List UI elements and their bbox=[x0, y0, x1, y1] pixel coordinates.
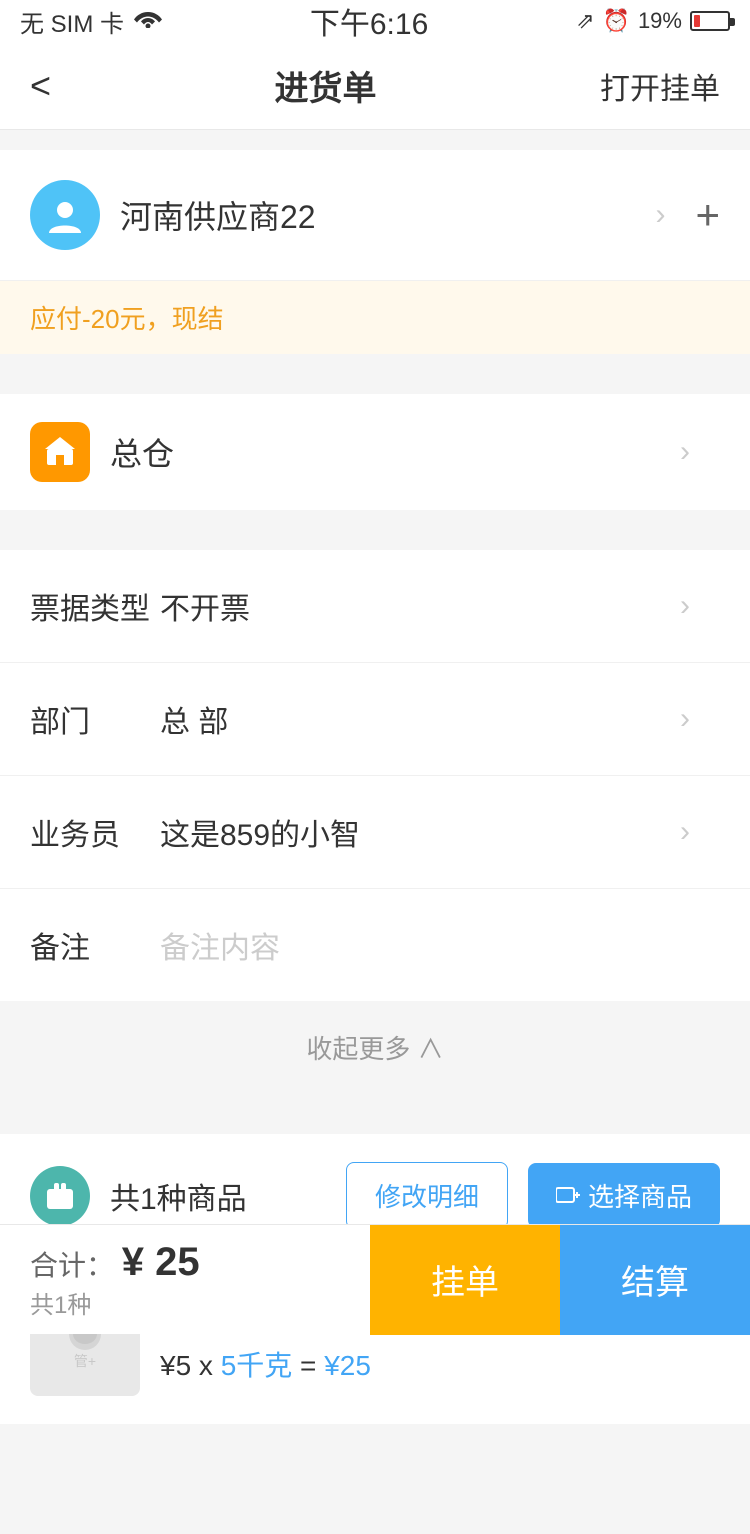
salesman-row[interactable]: 业务员 这是859的小智 › bbox=[0, 776, 750, 889]
invoice-type-label: 票据类型 bbox=[30, 584, 160, 628]
remark-placeholder: 备注内容 bbox=[160, 923, 720, 967]
select-product-label: 选择商品 bbox=[588, 1177, 692, 1214]
remark-row[interactable]: 备注 备注内容 bbox=[0, 889, 750, 1001]
invoice-type-value: 不开票 bbox=[160, 584, 680, 628]
bottom-bar: 合计： ¥ 25 共1种 挂单 结算 bbox=[0, 1224, 750, 1334]
warehouse-icon bbox=[30, 422, 90, 482]
warehouse-name: 总仓 bbox=[110, 429, 680, 475]
page-title: 进货单 bbox=[275, 61, 377, 110]
collapse-label: 收起更多 ∧ bbox=[306, 1029, 443, 1066]
supplier-notice: 应付-20元，现结 bbox=[0, 281, 750, 354]
salesman-chevron-icon: › bbox=[680, 815, 690, 849]
salesman-label: 业务员 bbox=[30, 810, 160, 854]
product-price: ¥5 x 5千克 = ¥25 bbox=[160, 1344, 670, 1384]
form-section: 票据类型 不开票 › 部门 总 部 › 业务员 这是859的小智 › 备注 备注… bbox=[0, 550, 750, 1001]
product-total: ¥25 bbox=[324, 1350, 371, 1381]
warehouse-chevron-icon: › bbox=[680, 435, 690, 469]
department-label: 部门 bbox=[30, 697, 160, 741]
open-hang-button[interactable]: 打开挂单 bbox=[600, 64, 720, 108]
product-section-icon bbox=[30, 1166, 90, 1226]
back-button[interactable]: < bbox=[30, 65, 51, 107]
edit-detail-button[interactable]: 修改明细 bbox=[346, 1162, 508, 1229]
product-quantity: 5千克 bbox=[221, 1350, 293, 1381]
divider-warehouse bbox=[0, 354, 750, 374]
hang-button[interactable]: 挂单 bbox=[370, 1225, 560, 1335]
location-icon: ⇗ bbox=[576, 8, 594, 34]
supplier-chevron-icon: › bbox=[655, 198, 665, 232]
bottom-total-sub: 共1种 bbox=[30, 1285, 340, 1320]
department-chevron-icon: › bbox=[680, 702, 690, 736]
bottom-total-amount: ¥ 25 bbox=[122, 1240, 200, 1284]
alarm-icon: ⏰ bbox=[603, 8, 630, 34]
wifi-icon bbox=[134, 7, 162, 35]
divider-products bbox=[0, 1094, 750, 1114]
status-right: ⇗ ⏰ 19% bbox=[576, 8, 730, 34]
supplier-name: 河南供应商22 bbox=[120, 192, 655, 238]
status-bar: 无 SIM 卡 下午6:16 ⇗ ⏰ 19% bbox=[0, 0, 750, 42]
product-unit-price: ¥5 x bbox=[160, 1350, 221, 1381]
bottom-total-label: 合计： bbox=[30, 1250, 114, 1281]
product-equal: = bbox=[292, 1350, 324, 1381]
invoice-type-chevron-icon: › bbox=[680, 589, 690, 623]
battery-text: 19% bbox=[638, 8, 682, 34]
supplier-avatar bbox=[30, 180, 100, 250]
supplier-section: 河南供应商22 › + 应付-20元，现结 bbox=[0, 150, 750, 354]
status-time: 下午6:16 bbox=[310, 0, 428, 43]
invoice-type-row[interactable]: 票据类型 不开票 › bbox=[0, 550, 750, 663]
supplier-row[interactable]: 河南供应商22 › + bbox=[0, 150, 750, 281]
department-row[interactable]: 部门 总 部 › bbox=[0, 663, 750, 776]
svg-text:管+: 管+ bbox=[74, 1353, 96, 1369]
department-value: 总 部 bbox=[160, 697, 680, 741]
status-left: 无 SIM 卡 bbox=[20, 4, 162, 39]
battery-icon bbox=[690, 11, 730, 31]
divider-top bbox=[0, 130, 750, 150]
bottom-total: 合计： ¥ 25 共1种 bbox=[0, 1240, 370, 1320]
remark-label: 备注 bbox=[30, 923, 160, 967]
collapse-button[interactable]: 收起更多 ∧ bbox=[0, 1001, 750, 1094]
warehouse-section: 总仓 › bbox=[0, 394, 750, 510]
settle-button[interactable]: 结算 bbox=[560, 1225, 750, 1335]
warehouse-row[interactable]: 总仓 › bbox=[0, 394, 750, 510]
salesman-value: 这是859的小智 bbox=[160, 810, 680, 854]
select-product-button[interactable]: 选择商品 bbox=[528, 1163, 720, 1228]
nav-bar: < 进货单 打开挂单 bbox=[0, 42, 750, 130]
divider-form bbox=[0, 510, 750, 530]
add-supplier-button[interactable]: + bbox=[695, 191, 720, 239]
carrier-text: 无 SIM 卡 bbox=[20, 4, 124, 39]
product-count-label: 共1种商品 bbox=[110, 1174, 326, 1218]
bottom-spacer bbox=[0, 1424, 750, 1534]
